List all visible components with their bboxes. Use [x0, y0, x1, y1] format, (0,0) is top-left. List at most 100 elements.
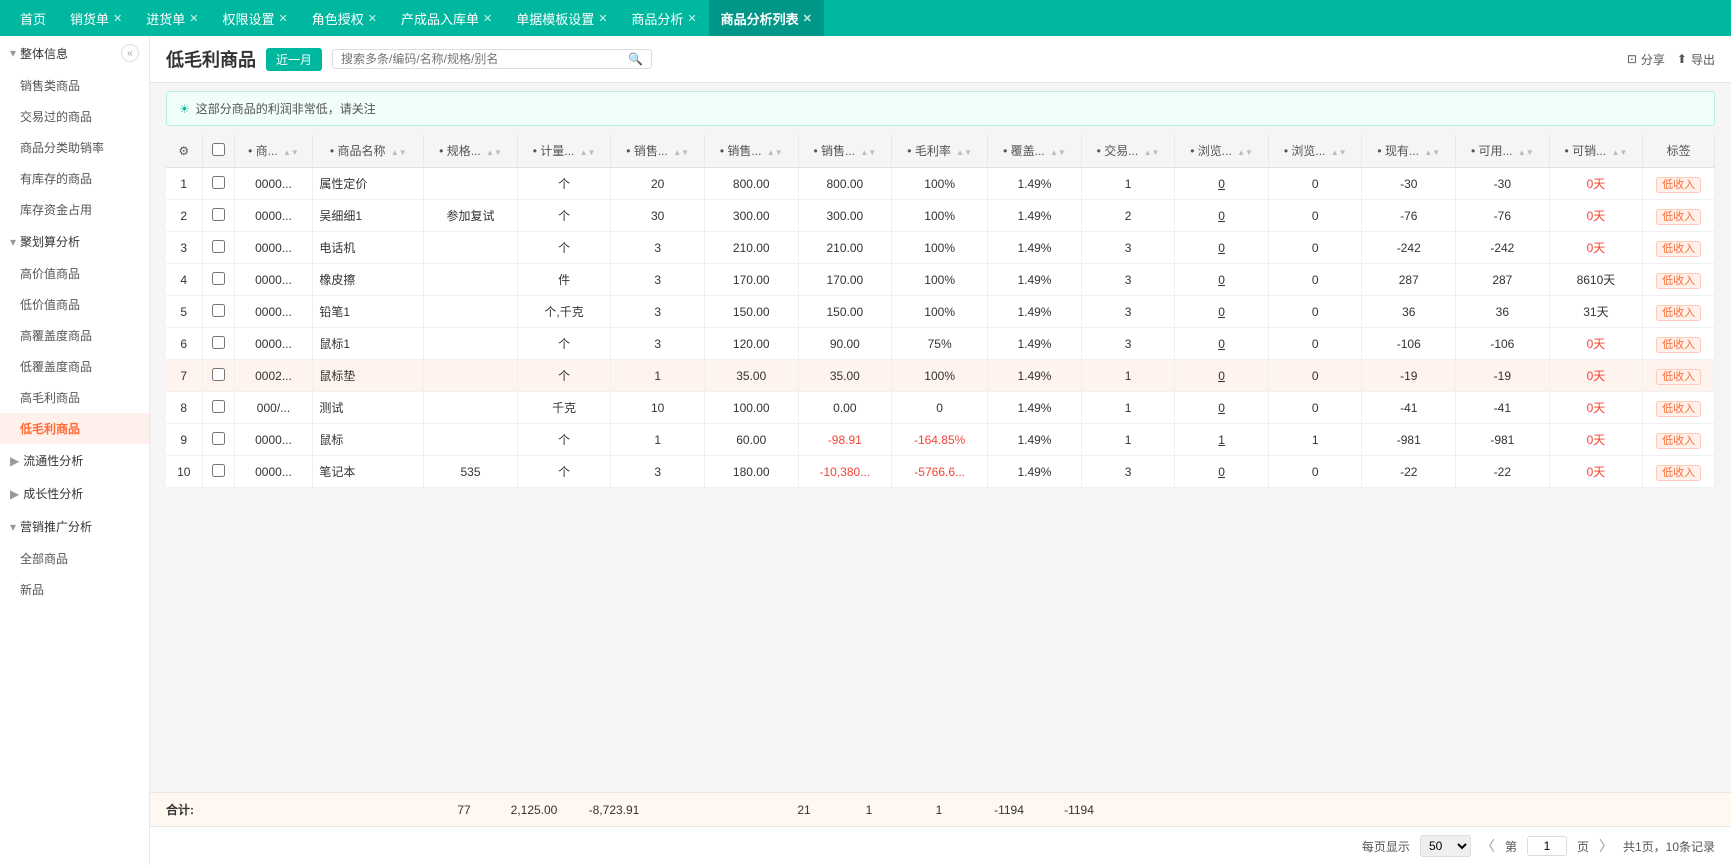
sidebar-item-capital-usage[interactable]: 库存资金占用	[0, 194, 149, 225]
filter-button[interactable]: 近一月	[266, 48, 322, 71]
col-current-stock[interactable]: • 现有... ▲▼	[1362, 134, 1456, 168]
row-checkbox[interactable]	[202, 232, 234, 264]
close-icon[interactable]: ✕	[189, 12, 198, 25]
nav-template[interactable]: 单据模板设置 ✕	[504, 0, 619, 36]
col-spec[interactable]: • 规格... ▲▼	[424, 134, 518, 168]
row-checkbox[interactable]	[202, 200, 234, 232]
row-checkbox[interactable]	[202, 328, 234, 360]
row-select-checkbox[interactable]	[212, 272, 225, 285]
row-checkbox[interactable]	[202, 264, 234, 296]
row-checkbox[interactable]	[202, 296, 234, 328]
row-select-checkbox[interactable]	[212, 240, 225, 253]
sidebar-item-low-margin[interactable]: 低毛利商品	[0, 413, 149, 444]
row-select-checkbox[interactable]	[212, 336, 225, 349]
row-select-checkbox[interactable]	[212, 368, 225, 381]
next-page-btn[interactable]: 〉	[1599, 836, 1613, 856]
col-gross-margin[interactable]: • 毛利率 ▲▼	[892, 134, 988, 168]
warning-icon: ☀	[179, 102, 190, 116]
page-end-label: 页	[1577, 838, 1589, 855]
row-checkbox[interactable]	[202, 360, 234, 392]
close-icon[interactable]: ✕	[687, 12, 696, 25]
nav-home[interactable]: 首页	[8, 0, 58, 36]
row-browse1[interactable]: 0	[1175, 232, 1269, 264]
search-input[interactable]	[341, 52, 624, 66]
close-icon[interactable]: ✕	[113, 12, 122, 25]
close-icon[interactable]: ✕	[279, 12, 288, 25]
row-browse1[interactable]: 0	[1175, 264, 1269, 296]
row-browse1[interactable]: 1	[1175, 424, 1269, 456]
nav-purchase-order[interactable]: 进货单 ✕	[134, 0, 210, 36]
sidebar-item-stocked-products[interactable]: 有库存的商品	[0, 163, 149, 194]
row-browse1[interactable]: 0	[1175, 296, 1269, 328]
sidebar-item-traded-products[interactable]: 交易过的商品	[0, 101, 149, 132]
col-sales-profit[interactable]: • 销售... ▲▼	[798, 134, 892, 168]
close-icon[interactable]: ✕	[803, 12, 812, 25]
col-sellable[interactable]: • 可销... ▲▼	[1549, 134, 1643, 168]
nav-product-inbound[interactable]: 产成品入库单 ✕	[389, 0, 504, 36]
col-coverage[interactable]: • 覆盖... ▲▼	[988, 134, 1082, 168]
sidebar-item-high-margin[interactable]: 高毛利商品	[0, 382, 149, 413]
row-browse1[interactable]: 0	[1175, 392, 1269, 424]
col-browse1[interactable]: • 浏览... ▲▼	[1175, 134, 1269, 168]
nav-product-analysis[interactable]: 商品分析 ✕	[619, 0, 708, 36]
row-select-checkbox[interactable]	[212, 208, 225, 221]
nav-product-analysis-list[interactable]: 商品分析列表 ✕	[709, 0, 824, 36]
sidebar-item-sales-products[interactable]: 销售类商品	[0, 70, 149, 101]
per-page-select[interactable]: 50 20 100	[1420, 835, 1471, 857]
row-select-checkbox[interactable]	[212, 304, 225, 317]
row-gross-margin: 100%	[892, 296, 988, 328]
row-checkbox[interactable]	[202, 392, 234, 424]
sidebar-group-flow[interactable]: ▶ 流通性分析	[0, 444, 149, 477]
sidebar-group-marketing[interactable]: ▾ 营销推广分析	[0, 510, 149, 543]
row-browse1[interactable]: 0	[1175, 168, 1269, 200]
col-code[interactable]: • 商... ▲▼	[234, 134, 313, 168]
export-button[interactable]: ⬆ 导出	[1677, 51, 1715, 68]
row-checkbox[interactable]	[202, 456, 234, 488]
row-browse1[interactable]: 0	[1175, 456, 1269, 488]
checkbox-col-header[interactable]	[202, 134, 234, 168]
col-trade[interactable]: • 交易... ▲▼	[1081, 134, 1175, 168]
col-sales-qty[interactable]: • 销售... ▲▼	[611, 134, 705, 168]
select-all-checkbox[interactable]	[212, 143, 225, 156]
row-checkbox[interactable]	[202, 424, 234, 456]
col-browse2[interactable]: • 浏览... ▲▼	[1268, 134, 1362, 168]
settings-col-header[interactable]: ⚙	[166, 134, 202, 168]
sidebar-item-category-rate[interactable]: 商品分类助销率	[0, 132, 149, 163]
close-icon[interactable]: ✕	[483, 12, 492, 25]
nav-permission[interactable]: 权限设置 ✕	[210, 0, 299, 36]
settings-icon[interactable]: ⚙	[178, 144, 189, 158]
row-sales-price: 800.00	[704, 168, 798, 200]
col-sales-price[interactable]: • 销售... ▲▼	[704, 134, 798, 168]
col-unit[interactable]: • 计量... ▲▼	[517, 134, 611, 168]
row-select-checkbox[interactable]	[212, 176, 225, 189]
sidebar-item-high-coverage[interactable]: 高覆盖度商品	[0, 320, 149, 351]
row-browse1[interactable]: 0	[1175, 200, 1269, 232]
sidebar-item-high-value[interactable]: 高价值商品	[0, 258, 149, 289]
sidebar-group-analysis[interactable]: ▾ 聚划算分析	[0, 225, 149, 258]
nav-sales-order[interactable]: 销货单 ✕	[58, 0, 134, 36]
row-select-checkbox[interactable]	[212, 400, 225, 413]
sidebar-group-overall[interactable]: ▾ 整体信息 «	[0, 36, 149, 70]
nav-role-auth[interactable]: 角色授权 ✕	[300, 0, 389, 36]
page-number-input[interactable]	[1527, 836, 1567, 856]
sidebar-item-low-value[interactable]: 低价值商品	[0, 289, 149, 320]
share-button[interactable]: ⊡ 分享	[1627, 51, 1665, 68]
prev-page-btn[interactable]: 〈	[1481, 836, 1495, 856]
close-icon[interactable]: ✕	[598, 12, 607, 25]
sidebar-item-low-coverage[interactable]: 低覆盖度商品	[0, 351, 149, 382]
search-box[interactable]: 🔍	[332, 49, 652, 69]
sidebar-group-growth[interactable]: ▶ 成长性分析	[0, 477, 149, 510]
row-browse1[interactable]: 0	[1175, 328, 1269, 360]
sidebar-item-all-products[interactable]: 全部商品	[0, 543, 149, 574]
close-icon[interactable]: ✕	[368, 12, 377, 25]
row-select-checkbox[interactable]	[212, 432, 225, 445]
row-trade: 3	[1081, 264, 1175, 296]
col-name[interactable]: • 商品名称 ▲▼	[313, 134, 424, 168]
col-tag[interactable]: 标签	[1643, 134, 1715, 168]
row-checkbox[interactable]	[202, 168, 234, 200]
col-available[interactable]: • 可用... ▲▼	[1456, 134, 1550, 168]
row-select-checkbox[interactable]	[212, 464, 225, 477]
sidebar-collapse-btn[interactable]: «	[121, 44, 139, 62]
row-browse1[interactable]: 0	[1175, 360, 1269, 392]
sidebar-item-new-products[interactable]: 新品	[0, 574, 149, 605]
